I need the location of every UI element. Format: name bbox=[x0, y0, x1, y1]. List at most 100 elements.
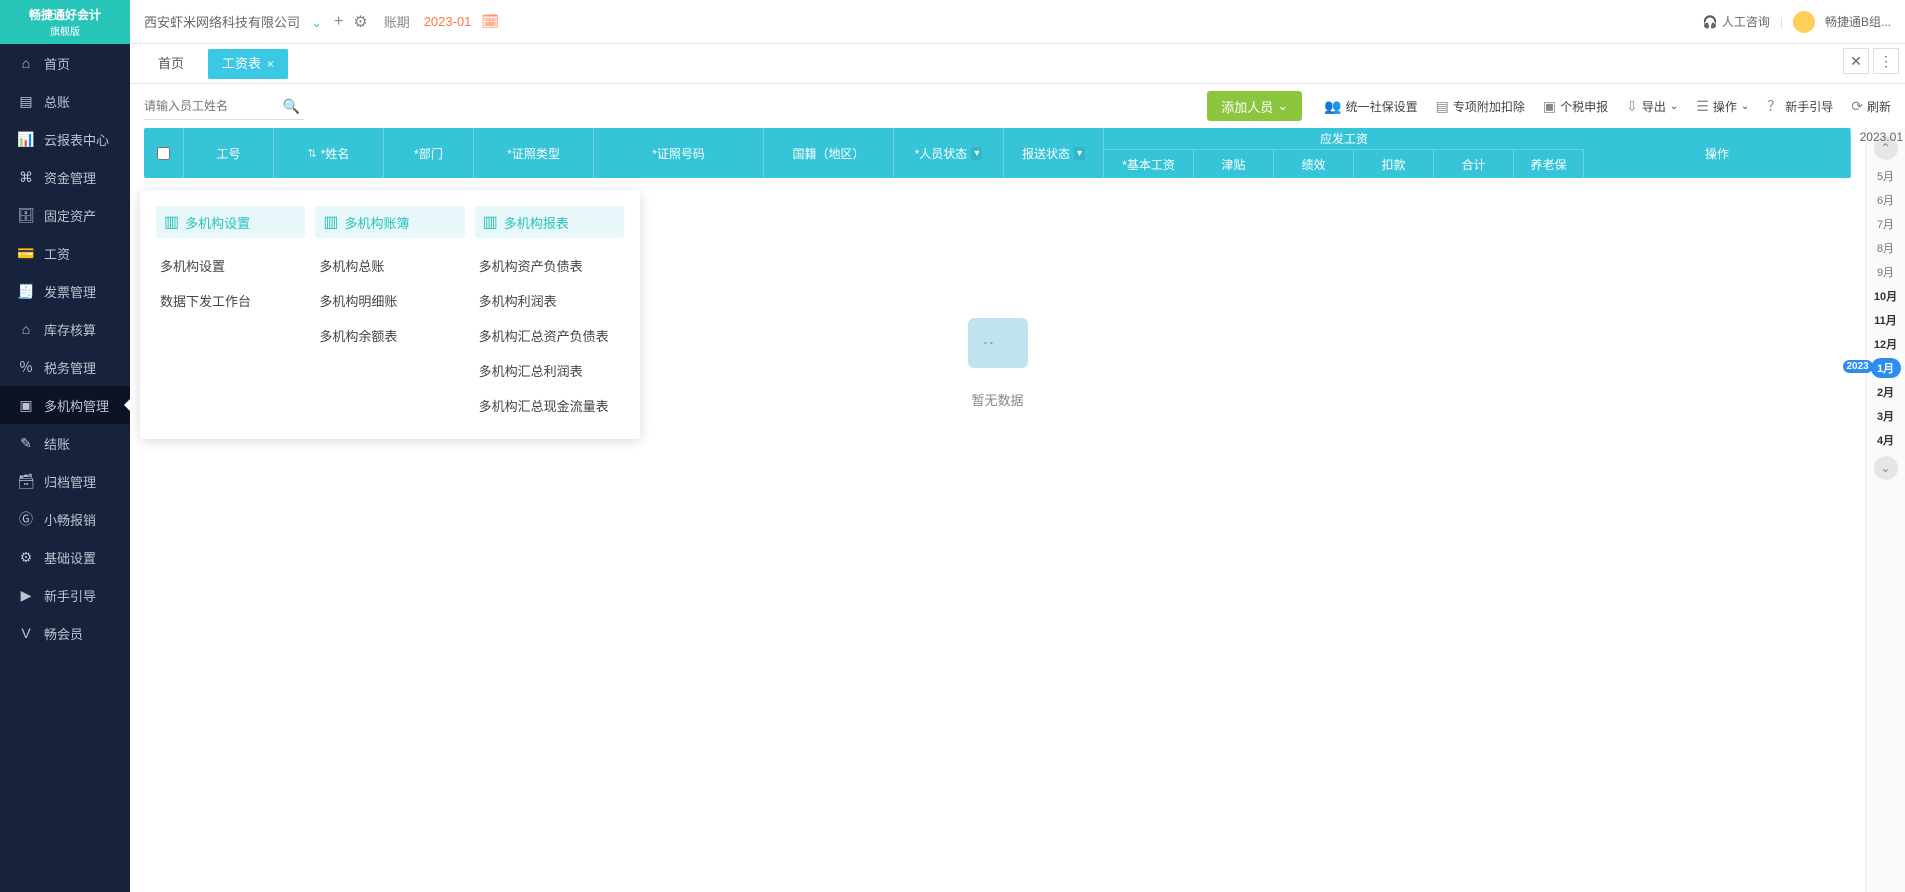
nav-item-tax[interactable]: ％税务管理 bbox=[0, 348, 130, 386]
search-input[interactable] bbox=[144, 92, 304, 120]
ledger-icon: ▤ bbox=[18, 93, 34, 109]
home-icon: ⌂ bbox=[18, 55, 34, 71]
search-icon[interactable]: 🔍 bbox=[283, 98, 300, 115]
rail-month[interactable]: 11月 bbox=[1871, 310, 1901, 330]
main-area: 西安虾米网络科技有限公司 ⌄ + ⚙ 账期 2023-01 🗓 🎧 人工咨询 |… bbox=[130, 0, 1905, 892]
nav-label: 畅会员 bbox=[44, 624, 83, 643]
th-group-payroll: 应发工资*基本工资津贴绩效扣款合计养老保 bbox=[1104, 128, 1584, 178]
nav-item-close[interactable]: ✎结账 bbox=[0, 424, 130, 462]
th-status[interactable]: *人员状态 bbox=[894, 128, 1004, 178]
nav-item-asset[interactable]: 🗄固定资产 bbox=[0, 196, 130, 234]
tab-首页[interactable]: 首页 bbox=[144, 49, 198, 79]
nav-label: 基础设置 bbox=[44, 548, 96, 567]
nav-item-ledger[interactable]: ▤总账 bbox=[0, 82, 130, 120]
org-submenu-popup: ▥多机构设置多机构设置数据下发工作台▥多机构账簿多机构总账多机构明细账多机构余额… bbox=[140, 190, 640, 439]
add-person-button[interactable]: 添加人员 ⌄ bbox=[1207, 91, 1302, 121]
toolbar-tax[interactable]: ▣个税申报 bbox=[1543, 96, 1608, 116]
nav-label: 固定资产 bbox=[44, 206, 96, 225]
tabs-row: 首页 工资表× ✕ ⋮ bbox=[130, 44, 1905, 84]
toolbar: 🔍 添加人员 ⌄ 👥统一社保设置 ▤专项附加扣除 ▣个税申报 ⇩导出⌄ ☰操作⌄ ？新手引… bbox=[130, 84, 1905, 128]
submenu-title: 多机构设置 bbox=[185, 213, 250, 232]
nav-label: 工资 bbox=[44, 244, 70, 263]
rail-month[interactable]: 10月 bbox=[1871, 286, 1901, 306]
tab-menu-button[interactable]: ⋮ bbox=[1873, 48, 1899, 74]
submenu-item[interactable]: 多机构汇总现金流量表 bbox=[475, 388, 624, 423]
th-certNo: *证照号码 bbox=[594, 128, 764, 178]
folder-icon: ▥ bbox=[164, 212, 179, 232]
nav-label: 云报表中心 bbox=[44, 130, 109, 149]
nav-item-vip[interactable]: V 畅会员 bbox=[0, 614, 130, 652]
salary-icon: 💳 bbox=[18, 245, 34, 261]
submenu-heading: ▥多机构账簿 bbox=[315, 206, 464, 238]
avatar[interactable] bbox=[1793, 11, 1815, 33]
rail-month[interactable]: 1月2023 bbox=[1871, 358, 1901, 378]
rail-down-button[interactable]: ⌄ bbox=[1874, 456, 1898, 480]
nav-item-home[interactable]: ⌂首页 bbox=[0, 44, 130, 82]
submenu-item[interactable]: 多机构明细账 bbox=[315, 283, 464, 318]
submenu-item[interactable]: 多机构利润表 bbox=[475, 283, 624, 318]
chevron-down-icon: ⌄ bbox=[1741, 101, 1749, 112]
th-send[interactable]: 报送状态 bbox=[1004, 128, 1104, 178]
nav-item-org[interactable]: ▣多机构管理 bbox=[0, 386, 130, 424]
toolbar-deduct[interactable]: ▤专项附加扣除 bbox=[1436, 96, 1525, 116]
rail-month[interactable]: 5月 bbox=[1871, 166, 1901, 186]
submenu-item[interactable]: 数据下发工作台 bbox=[156, 283, 305, 318]
rail-month[interactable]: 3月 bbox=[1871, 406, 1901, 426]
settings-icon[interactable]: ⚙ bbox=[353, 12, 367, 32]
nav-item-salary[interactable]: 💳 工资 bbox=[0, 234, 130, 272]
nav-item-guide[interactable]: ▶新手引导 bbox=[0, 576, 130, 614]
select-all-checkbox[interactable] bbox=[157, 147, 170, 160]
tab-label: 首页 bbox=[158, 56, 184, 71]
rail-month[interactable]: 8月 bbox=[1871, 238, 1901, 258]
nav-item-reimburse[interactable]: Ⓖ 小畅报销 bbox=[0, 500, 130, 538]
vip-icon: V bbox=[18, 625, 34, 641]
rail-month[interactable]: 4月 bbox=[1871, 430, 1901, 450]
th-operation: 操作 bbox=[1584, 128, 1851, 178]
th-pension: 养老保 bbox=[1514, 150, 1584, 178]
reimburse-icon: Ⓖ bbox=[18, 511, 34, 527]
period-value[interactable]: 2023-01 bbox=[424, 14, 472, 29]
close-tab-button[interactable]: ✕ bbox=[1843, 48, 1869, 74]
archive-icon: 🗃 bbox=[18, 473, 34, 489]
nav-item-invoice[interactable]: 🧾发票管理 bbox=[0, 272, 130, 310]
company-selector[interactable]: 西安虾米网络科技有限公司 ⌄ bbox=[144, 12, 324, 31]
nav-item-archive[interactable]: 🗃归档管理 bbox=[0, 462, 130, 500]
add-company-icon[interactable]: + bbox=[334, 13, 343, 31]
calendar-icon[interactable]: 🗓 bbox=[481, 13, 499, 30]
headset-icon: 🎧 bbox=[1703, 15, 1718, 29]
toolbar-guide[interactable]: ？新手引导 bbox=[1767, 96, 1833, 116]
th-name[interactable]: *姓名 bbox=[274, 128, 384, 178]
user-name[interactable]: 畅捷通B组... bbox=[1825, 13, 1891, 30]
nav-item-settings[interactable]: ⚙基础设置 bbox=[0, 538, 130, 576]
funds-icon: ⌘ bbox=[18, 169, 34, 185]
rail-year-label: 2023.01 bbox=[1860, 130, 1903, 144]
th-group-label: 应发工资 bbox=[1104, 128, 1584, 150]
nav-label: 小畅报销 bbox=[44, 510, 96, 529]
nav-label: 发票管理 bbox=[44, 282, 96, 301]
submenu-item[interactable]: 多机构余额表 bbox=[315, 318, 464, 353]
submenu-item[interactable]: 多机构汇总资产负债表 bbox=[475, 318, 624, 353]
guide-icon: ？ bbox=[1767, 96, 1781, 116]
submenu-item[interactable]: 多机构设置 bbox=[156, 248, 305, 283]
submenu-item[interactable]: 多机构总账 bbox=[315, 248, 464, 283]
rail-month[interactable]: 6月 bbox=[1871, 190, 1901, 210]
nav-item-funds[interactable]: ⌘资金管理 bbox=[0, 158, 130, 196]
toolbar-export[interactable]: ⇩导出⌄ bbox=[1626, 96, 1678, 116]
toolbar-people[interactable]: 👥统一社保设置 bbox=[1324, 96, 1417, 116]
close-icon[interactable]: × bbox=[267, 49, 274, 79]
rail-month[interactable]: 7月 bbox=[1871, 214, 1901, 234]
rail-month[interactable]: 9月 bbox=[1871, 262, 1901, 282]
submenu-heading: ▥多机构报表 bbox=[475, 206, 624, 238]
rail-month[interactable]: 12月 bbox=[1871, 334, 1901, 354]
nav-item-report[interactable]: 📊云报表中心 bbox=[0, 120, 130, 158]
nav-item-stock[interactable]: ⌂库存核算 bbox=[0, 310, 130, 348]
submenu-item[interactable]: 多机构资产负债表 bbox=[475, 248, 624, 283]
topbar-right: 🎧 人工咨询 | 畅捷通B组... bbox=[1703, 11, 1891, 33]
toolbar-refresh[interactable]: ⟳刷新 bbox=[1851, 96, 1891, 116]
tab-工资表[interactable]: 工资表× bbox=[208, 49, 288, 79]
submenu-item[interactable]: 多机构汇总利润表 bbox=[475, 353, 624, 388]
support-link[interactable]: 🎧 人工咨询 bbox=[1703, 13, 1770, 30]
toolbar-ops[interactable]: ☰操作⌄ bbox=[1696, 96, 1749, 116]
tax-icon: ％ bbox=[18, 359, 34, 375]
rail-month[interactable]: 2月 bbox=[1871, 382, 1901, 402]
